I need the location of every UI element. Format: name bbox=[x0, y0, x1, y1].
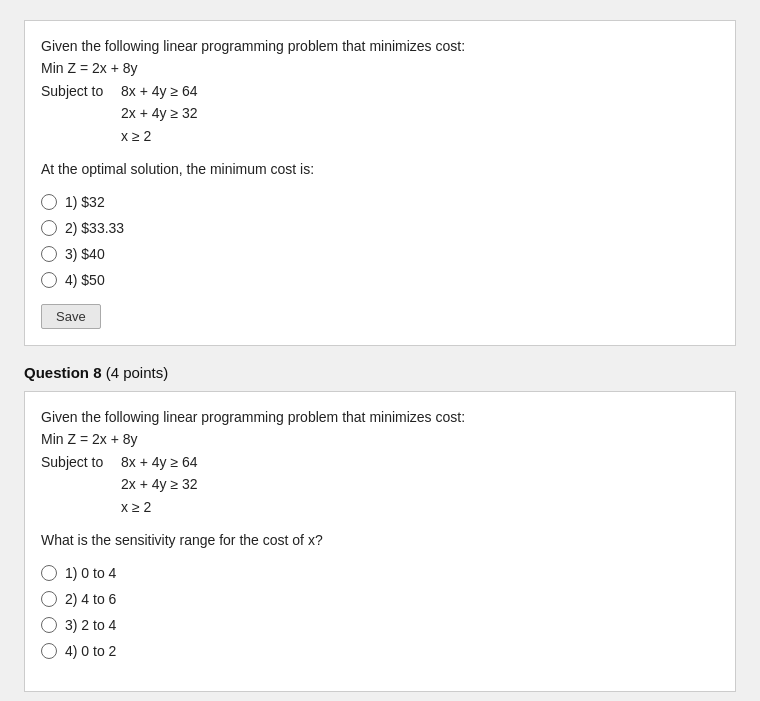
q8-options-list: 1) 0 to 4 2) 4 to 6 3) 2 to 4 4) 0 to bbox=[41, 565, 719, 659]
q8-heading-text: Question 8 bbox=[24, 364, 102, 381]
q7-constraints: 8x + 4y ≥ 64 2x + 4y ≥ 32 x ≥ 2 bbox=[121, 80, 198, 147]
q7-radio-3[interactable] bbox=[41, 246, 57, 262]
q8-radio-4[interactable] bbox=[41, 643, 57, 659]
q7-save-button[interactable]: Save bbox=[41, 304, 101, 329]
q7-subject-label: Subject to bbox=[41, 80, 121, 102]
q7-problem-intro: Given the following linear programming p… bbox=[41, 35, 719, 57]
q8-problem-intro: Given the following linear programming p… bbox=[41, 406, 719, 428]
q7-min-z: Min Z = 2x + 8y bbox=[41, 57, 719, 79]
q8-constraint1: 8x + 4y ≥ 64 bbox=[121, 451, 198, 473]
q7-option-3[interactable]: 3) $40 bbox=[41, 246, 719, 262]
q8-min-z: Min Z = 2x + 8y bbox=[41, 428, 719, 450]
q8-subject-row: Subject to 8x + 4y ≥ 64 2x + 4y ≥ 32 x ≥… bbox=[41, 451, 719, 518]
q7-radio-1[interactable] bbox=[41, 194, 57, 210]
q8-radio-2[interactable] bbox=[41, 591, 57, 607]
q8-option-2-text: 2) 4 to 6 bbox=[65, 591, 116, 607]
q7-radio-4[interactable] bbox=[41, 272, 57, 288]
q7-constraint1: 8x + 4y ≥ 64 bbox=[121, 80, 198, 102]
q8-option-3[interactable]: 3) 2 to 4 bbox=[41, 617, 719, 633]
q8-option-2-label[interactable]: 2) 4 to 6 bbox=[41, 591, 116, 607]
q8-option-4[interactable]: 4) 0 to 2 bbox=[41, 643, 719, 659]
q8-radio-1[interactable] bbox=[41, 565, 57, 581]
page-container: Given the following linear programming p… bbox=[0, 0, 760, 701]
q7-option-2[interactable]: 2) $33.33 bbox=[41, 220, 719, 236]
q7-option-2-label[interactable]: 2) $33.33 bbox=[41, 220, 124, 236]
q7-option-2-text: 2) $33.33 bbox=[65, 220, 124, 236]
q8-subject-label: Subject to bbox=[41, 451, 121, 473]
q7-constraint2: 2x + 4y ≥ 32 bbox=[121, 102, 198, 124]
question7-block: Given the following linear programming p… bbox=[24, 20, 736, 346]
q7-option-1-text: 1) $32 bbox=[65, 194, 105, 210]
q8-option-4-text: 4) 0 to 2 bbox=[65, 643, 116, 659]
q7-option-1[interactable]: 1) $32 bbox=[41, 194, 719, 210]
q8-radio-3[interactable] bbox=[41, 617, 57, 633]
q7-option-1-label[interactable]: 1) $32 bbox=[41, 194, 105, 210]
q8-option-1-text: 1) 0 to 4 bbox=[65, 565, 116, 581]
q7-option-4-text: 4) $50 bbox=[65, 272, 105, 288]
q8-problem-statement: Given the following linear programming p… bbox=[41, 406, 719, 518]
question8-block: Given the following linear programming p… bbox=[24, 391, 736, 692]
q8-question-text: What is the sensitivity range for the co… bbox=[41, 530, 719, 551]
q7-option-4[interactable]: 4) $50 bbox=[41, 272, 719, 288]
q8-constraint2: 2x + 4y ≥ 32 bbox=[121, 473, 198, 495]
q8-constraint3: x ≥ 2 bbox=[121, 496, 198, 518]
q8-heading-outer: Question 8 (4 points) bbox=[24, 364, 736, 381]
q7-radio-2[interactable] bbox=[41, 220, 57, 236]
q7-option-3-label[interactable]: 3) $40 bbox=[41, 246, 105, 262]
q8-points-text: (4 points) bbox=[102, 364, 169, 381]
q8-option-3-label[interactable]: 3) 2 to 4 bbox=[41, 617, 116, 633]
q8-option-1-label[interactable]: 1) 0 to 4 bbox=[41, 565, 116, 581]
q8-option-1[interactable]: 1) 0 to 4 bbox=[41, 565, 719, 581]
q7-question-text: At the optimal solution, the minimum cos… bbox=[41, 159, 719, 180]
q7-problem-statement: Given the following linear programming p… bbox=[41, 35, 719, 147]
q7-subject-row: Subject to 8x + 4y ≥ 64 2x + 4y ≥ 32 x ≥… bbox=[41, 80, 719, 147]
q7-constraint3: x ≥ 2 bbox=[121, 125, 198, 147]
q8-option-2[interactable]: 2) 4 to 6 bbox=[41, 591, 719, 607]
q8-option-3-text: 3) 2 to 4 bbox=[65, 617, 116, 633]
q7-option-4-label[interactable]: 4) $50 bbox=[41, 272, 105, 288]
q8-option-4-label[interactable]: 4) 0 to 2 bbox=[41, 643, 116, 659]
q7-option-3-text: 3) $40 bbox=[65, 246, 105, 262]
q8-constraints: 8x + 4y ≥ 64 2x + 4y ≥ 32 x ≥ 2 bbox=[121, 451, 198, 518]
q7-options-list: 1) $32 2) $33.33 3) $40 4) $50 bbox=[41, 194, 719, 288]
